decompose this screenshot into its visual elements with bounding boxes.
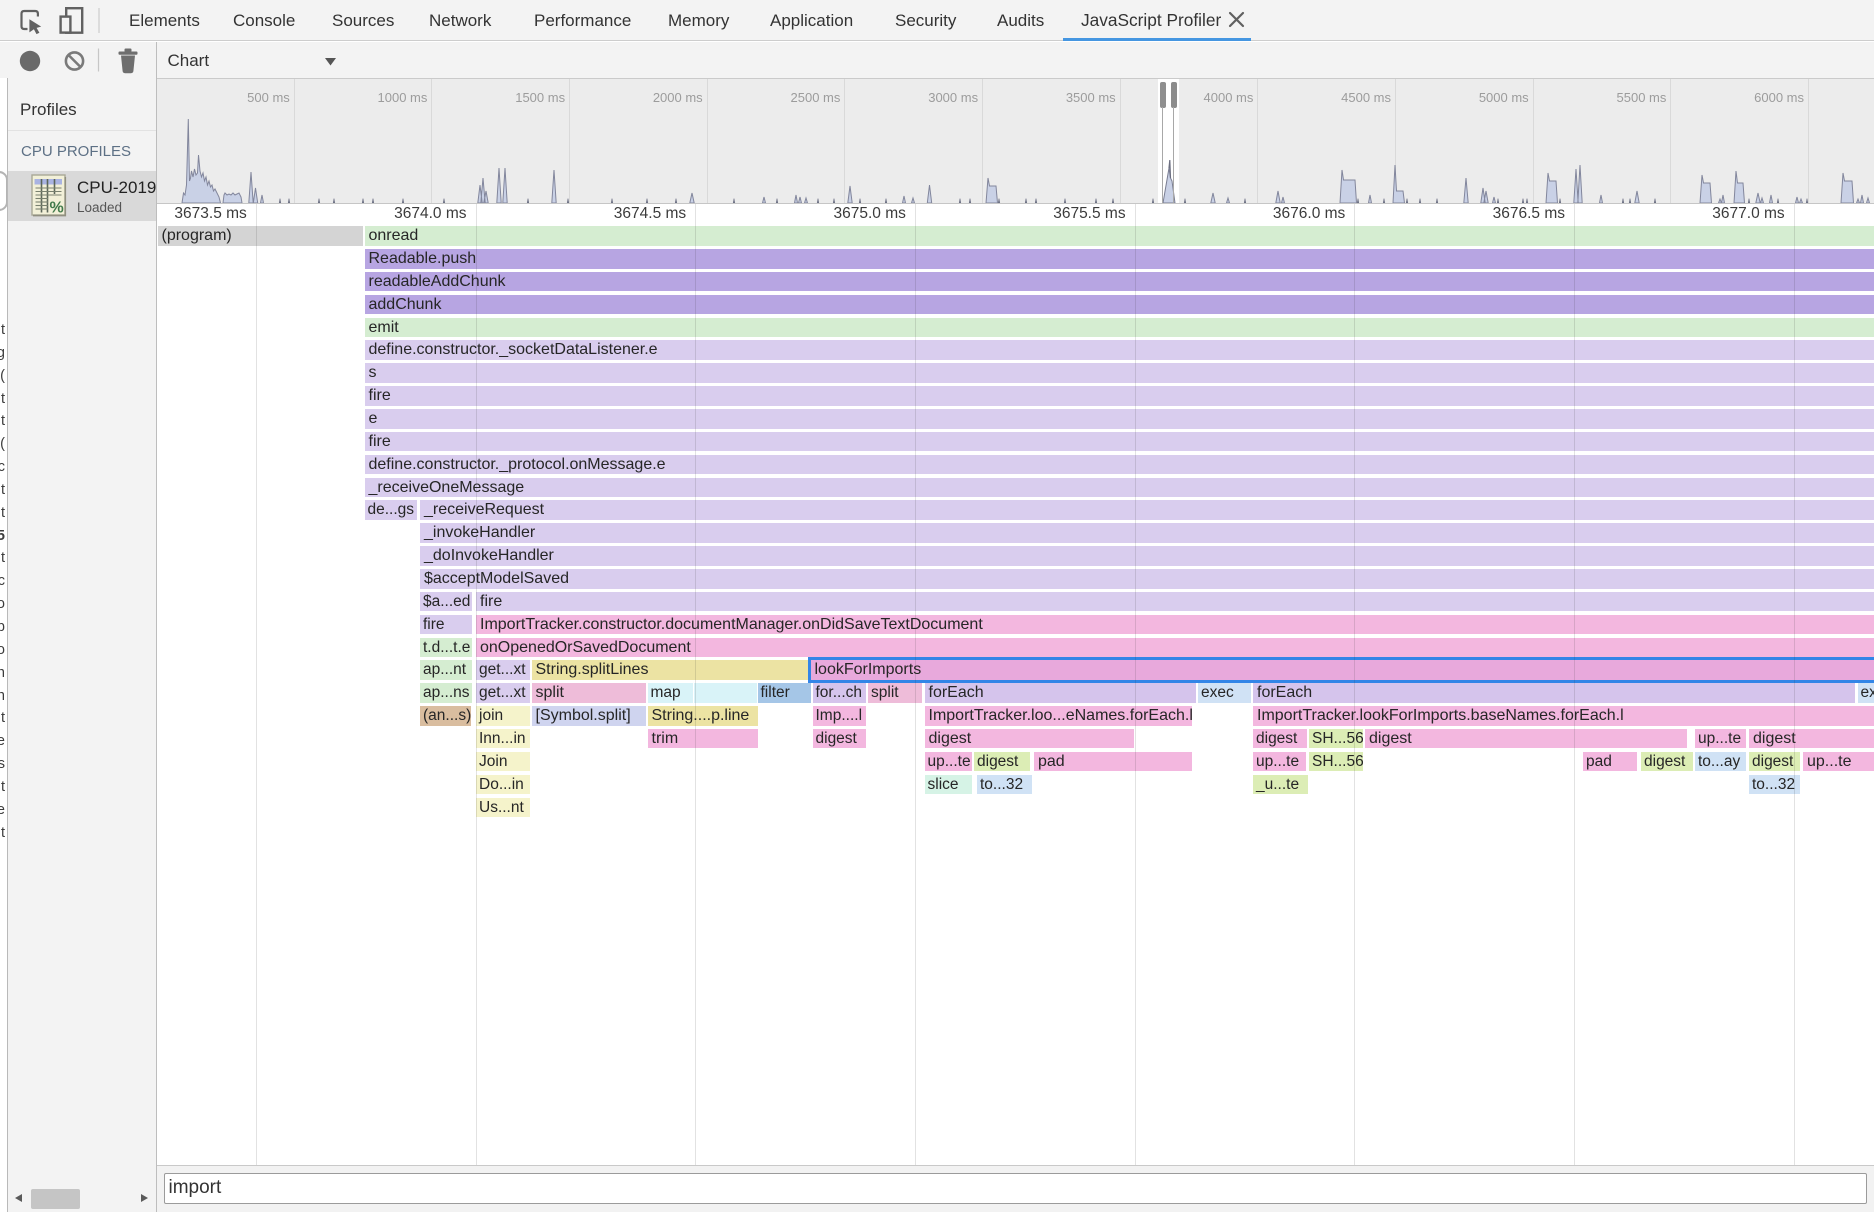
svg-text:%: % bbox=[49, 200, 63, 217]
